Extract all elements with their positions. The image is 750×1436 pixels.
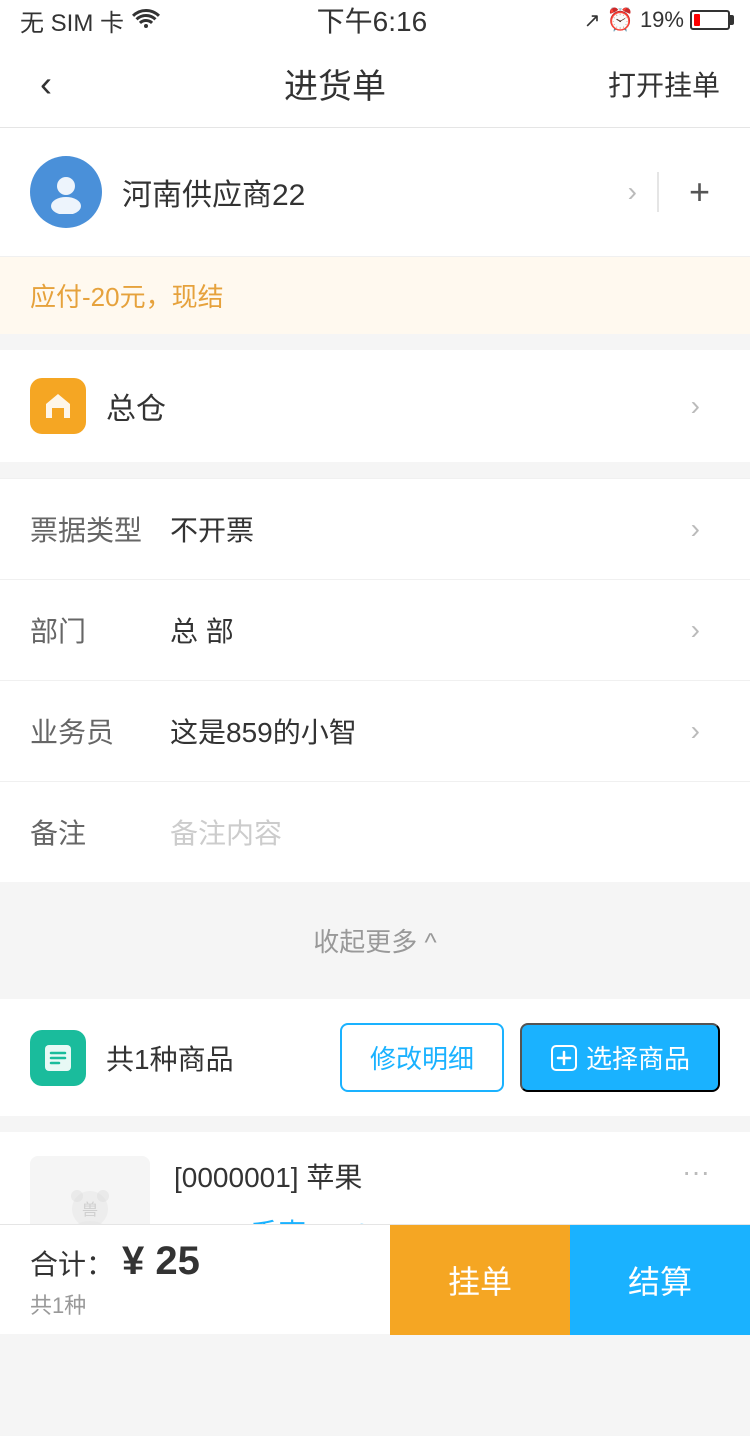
products-icon bbox=[30, 1030, 86, 1086]
supplier-name: 河南供应商22 bbox=[122, 170, 628, 214]
total-amount: ¥ 25 bbox=[122, 1239, 200, 1284]
invoice-type-row[interactable]: 票据类型 不开票 › bbox=[0, 478, 750, 579]
product-code: [0000001] bbox=[174, 1162, 299, 1193]
supplier-section: 河南供应商22 › + 应付-20元，现结 bbox=[0, 128, 750, 334]
product-title: 苹果 bbox=[306, 1162, 362, 1193]
total-sub: 共1种 bbox=[30, 1288, 360, 1320]
remark-placeholder: 备注内容 bbox=[170, 812, 720, 852]
supplier-chevron-icon: › bbox=[628, 176, 637, 208]
total-label: 合计： bbox=[30, 1243, 114, 1283]
nav-bar: ‹ 进货单 打开挂单 bbox=[0, 40, 750, 128]
department-row[interactable]: 部门 总 部 › bbox=[0, 579, 750, 680]
location-icon: ↗ bbox=[584, 8, 601, 33]
remark-row[interactable]: 备注 备注内容 bbox=[0, 781, 750, 882]
form-section: 票据类型 不开票 › 部门 总 部 › 业务员 这是859的小智 › 备注 备注… bbox=[0, 478, 750, 882]
hang-label: 挂单 bbox=[448, 1257, 512, 1303]
collapse-button[interactable]: 收起更多 ^ bbox=[0, 898, 750, 983]
products-count: 共1种商品 bbox=[106, 1038, 340, 1078]
svg-text:兽: 兽 bbox=[82, 1201, 98, 1219]
wifi-icon bbox=[132, 6, 160, 35]
warehouse-chevron-icon: › bbox=[691, 390, 700, 422]
products-section: 共1种商品 修改明细 选择商品 bbox=[0, 999, 750, 1116]
status-time: 下午6:16 bbox=[317, 0, 428, 40]
page-title: 进货单 bbox=[284, 59, 386, 108]
edit-detail-button[interactable]: 修改明细 bbox=[340, 1023, 504, 1092]
product-more-button[interactable]: ··· bbox=[672, 1156, 720, 1188]
total-main: 合计： ¥ 25 bbox=[30, 1239, 360, 1284]
settle-button[interactable]: 结算 bbox=[570, 1225, 750, 1335]
product-name: [0000001] 苹果 bbox=[174, 1156, 672, 1196]
invoice-type-value: 不开票 bbox=[170, 509, 691, 549]
salesman-label: 业务员 bbox=[30, 711, 170, 751]
hang-button[interactable]: 挂单 bbox=[390, 1225, 570, 1335]
department-label: 部门 bbox=[30, 610, 170, 650]
alarm-icon: ⏰ bbox=[607, 7, 634, 33]
supplier-avatar bbox=[30, 156, 102, 228]
warehouse-row[interactable]: 总仓 › bbox=[0, 350, 750, 462]
products-header: 共1种商品 修改明细 选择商品 bbox=[0, 999, 750, 1116]
supplier-divider bbox=[657, 172, 659, 212]
status-right: ↗ ⏰ 19% bbox=[584, 7, 730, 33]
remark-label: 备注 bbox=[30, 812, 170, 852]
total-area: 合计： ¥ 25 共1种 bbox=[0, 1239, 390, 1320]
add-supplier-button[interactable]: + bbox=[679, 171, 720, 213]
battery-percent: 19% bbox=[640, 7, 684, 33]
select-product-label: 选择商品 bbox=[586, 1039, 690, 1076]
invoice-type-label: 票据类型 bbox=[30, 509, 170, 549]
salesman-value: 这是859的小智 bbox=[170, 711, 691, 751]
department-chevron-icon: › bbox=[691, 614, 700, 646]
warehouse-name: 总仓 bbox=[106, 384, 691, 428]
battery-icon bbox=[690, 10, 730, 30]
salesman-row[interactable]: 业务员 这是859的小智 › bbox=[0, 680, 750, 781]
back-button[interactable]: ‹ bbox=[30, 53, 62, 115]
carrier-label: 无 SIM 卡 bbox=[20, 3, 124, 38]
supplier-row[interactable]: 河南供应商22 › + bbox=[0, 128, 750, 257]
warehouse-icon bbox=[30, 378, 86, 434]
notice-bar: 应付-20元，现结 bbox=[0, 257, 750, 334]
settle-label: 结算 bbox=[628, 1257, 692, 1303]
status-left: 无 SIM 卡 bbox=[20, 3, 160, 38]
status-bar: 无 SIM 卡 下午6:16 ↗ ⏰ 19% bbox=[0, 0, 750, 40]
warehouse-section: 总仓 › bbox=[0, 350, 750, 462]
department-value: 总 部 bbox=[170, 610, 691, 650]
invoice-type-chevron-icon: › bbox=[691, 513, 700, 545]
select-product-button[interactable]: 选择商品 bbox=[520, 1023, 720, 1092]
salesman-chevron-icon: › bbox=[691, 715, 700, 747]
open-hang-button[interactable]: 打开挂单 bbox=[608, 64, 720, 104]
bottom-bar: 合计： ¥ 25 共1种 挂单 结算 bbox=[0, 1224, 750, 1334]
